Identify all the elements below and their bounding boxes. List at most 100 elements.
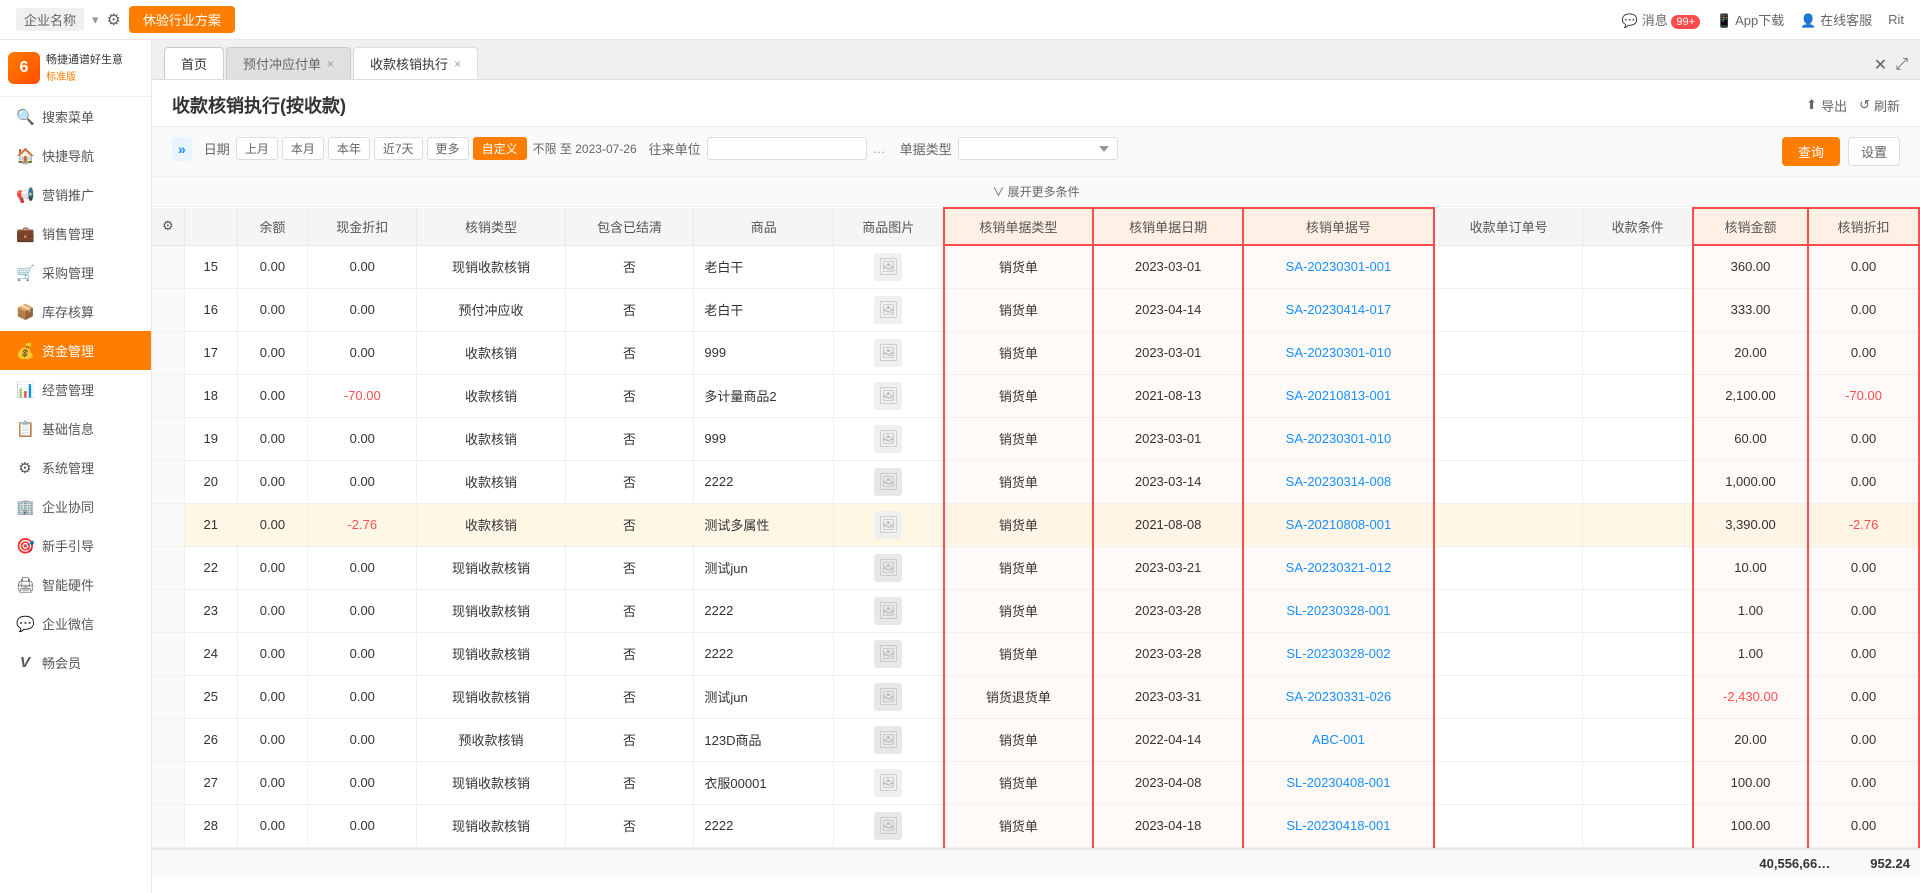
filter-settings-button[interactable]: 设置 (1848, 137, 1900, 166)
td-product: 2222 (694, 804, 834, 847)
date-opt-last-month[interactable]: 上月 (236, 137, 278, 160)
td-product-img: 🖼 (833, 546, 943, 589)
td-include-settled: 否 (565, 546, 694, 589)
td-collection-condition (1583, 417, 1693, 460)
td-collection-order-no (1434, 503, 1583, 546)
table-body: 15 0.00 0.00 现销收款核销 否 老白干 🖼 销货单 2023-03-… (152, 245, 1919, 847)
sidebar-item-search[interactable]: 🔍 搜索菜单 (0, 97, 151, 136)
td-verify-bill-no[interactable]: SA-20230314-008 (1243, 460, 1434, 503)
td-verify-bill-no[interactable]: ABC-001 (1243, 718, 1434, 761)
td-verify-bill-date: 2023-03-14 (1093, 460, 1243, 503)
sidebar-item-label: 快捷导航 (42, 146, 94, 165)
company-name[interactable]: 企业名称 (16, 8, 84, 31)
td-verify-amount: 360.00 (1693, 245, 1808, 288)
td-include-settled: 否 (565, 331, 694, 374)
td-verify-bill-no[interactable]: SA-20230321-012 (1243, 546, 1434, 589)
date-opt-this-month[interactable]: 本月 (282, 137, 324, 160)
td-verify-bill-no[interactable]: SA-20210808-001 (1243, 503, 1434, 546)
tab-maximize-button[interactable]: ⤢ (1895, 56, 1908, 74)
td-verify-bill-no[interactable]: SA-20230331-026 (1243, 675, 1434, 718)
td-cash-discount: -2.76 (308, 503, 417, 546)
online-service-link[interactable]: 👤 在线客服 (1800, 10, 1872, 29)
date-opt-custom[interactable]: 自定义 (473, 137, 527, 160)
tab-collection-close-icon[interactable]: × (454, 57, 461, 71)
tab-home[interactable]: 首页 (164, 47, 224, 79)
footer-totals: 40,556,66… 952.24 (1759, 856, 1910, 871)
sidebar-item-basic[interactable]: 📋 基础信息 (0, 409, 151, 448)
th-verify-type: 核销类型 (417, 208, 565, 245)
td-verify-bill-date: 2023-04-14 (1093, 288, 1243, 331)
sidebar-item-system[interactable]: ⚙ 系统管理 (0, 448, 151, 487)
table-row: 22 0.00 0.00 现销收款核销 否 测试jun 🖼 销货单 2023-0… (152, 546, 1919, 589)
sidebar-item-marketing[interactable]: 📢 营销推广 (0, 175, 151, 214)
td-balance: 0.00 (237, 718, 307, 761)
date-opt-more[interactable]: 更多 (427, 137, 469, 160)
export-button[interactable]: ⬆ 导出 (1806, 96, 1847, 115)
td-verify-bill-no[interactable]: SL-20230328-001 (1243, 589, 1434, 632)
sidebar-item-corp[interactable]: 🏢 企业协同 (0, 487, 151, 526)
sidebar-item-purchase[interactable]: 🛒 采购管理 (0, 253, 151, 292)
user-name[interactable]: Rit (1888, 12, 1904, 27)
td-gear (152, 288, 184, 331)
td-collection-order-no (1434, 804, 1583, 847)
td-verify-bill-type: 销货退货单 (944, 675, 1094, 718)
tab-prepay-close-icon[interactable]: × (327, 57, 334, 71)
td-gear (152, 460, 184, 503)
tab-close-window-button[interactable]: ✕ (1874, 55, 1887, 75)
td-verify-amount: 10.00 (1693, 546, 1808, 589)
td-verify-bill-date: 2023-03-21 (1093, 546, 1243, 589)
td-product-img: 🖼 (833, 718, 943, 761)
query-button[interactable]: 查询 (1782, 137, 1840, 166)
td-seq: 15 (184, 245, 237, 288)
td-verify-amount: 60.00 (1693, 417, 1808, 460)
td-verify-bill-no[interactable]: SA-20230301-010 (1243, 331, 1434, 374)
td-cash-discount: 0.00 (308, 288, 417, 331)
filter-expand-button[interactable]: » (172, 137, 192, 161)
table-row: 26 0.00 0.00 预收款核销 否 123D商品 🖼 销货单 2022-0… (152, 718, 1919, 761)
corp-icon: 🏢 (16, 498, 34, 516)
th-gear[interactable]: ⚙ (152, 208, 184, 245)
td-cash-discount: 0.00 (308, 460, 417, 503)
refresh-button[interactable]: ↺ 刷新 (1859, 96, 1900, 115)
td-collection-condition (1583, 632, 1693, 675)
sidebar-item-shortcuts[interactable]: 🏠 快捷导航 (0, 136, 151, 175)
sidebar-item-wechat[interactable]: 💬 企业微信 (0, 604, 151, 643)
td-verify-bill-no[interactable]: SA-20230301-010 (1243, 417, 1434, 460)
from-unit-input[interactable] (707, 137, 867, 160)
td-verify-bill-no[interactable]: SL-20230328-002 (1243, 632, 1434, 675)
settings-gear-icon[interactable]: ⚙ (107, 10, 121, 30)
messages-area[interactable]: 💬 消息 99+ (1622, 10, 1700, 29)
sidebar-item-sales[interactable]: 💼 销售管理 (0, 214, 151, 253)
td-verify-type: 收款核销 (417, 417, 565, 460)
sidebar-item-hardware[interactable]: 🖨 智能硬件 (0, 565, 151, 604)
filter-single-type-group: 单据类型 (900, 137, 1118, 160)
td-verify-bill-no[interactable]: SA-20210813-001 (1243, 374, 1434, 417)
company-dropdown-icon[interactable]: ▾ (92, 12, 99, 28)
tab-prepay[interactable]: 预付冲应付单 × (226, 47, 351, 79)
td-verify-bill-no[interactable]: SA-20230301-001 (1243, 245, 1434, 288)
td-verify-bill-no[interactable]: SA-20230414-017 (1243, 288, 1434, 331)
filter-dots: … (873, 141, 888, 156)
date-opt-7days[interactable]: 近7天 (374, 137, 423, 160)
sidebar-item-member[interactable]: V 畅会员 (0, 643, 151, 682)
table-row: 16 0.00 0.00 预付冲应收 否 老白干 🖼 销货单 2023-04-1… (152, 288, 1919, 331)
sidebar-item-finance[interactable]: 💰 资金管理 (0, 331, 151, 370)
th-verify-bill-no: 核销单据号 (1243, 208, 1434, 245)
date-opt-this-year[interactable]: 本年 (328, 137, 370, 160)
footer-verify-amount-total: 40,556,66… (1759, 856, 1830, 871)
sidebar-item-inventory[interactable]: 📦 库存核算 (0, 292, 151, 331)
industry-solution-button[interactable]: 休验行业方案 (129, 6, 235, 33)
single-type-select[interactable] (958, 137, 1118, 160)
expand-more-button[interactable]: ∨ 展开更多条件 (992, 183, 1079, 200)
td-verify-bill-no[interactable]: SL-20230418-001 (1243, 804, 1434, 847)
td-collection-order-no (1434, 718, 1583, 761)
td-verify-bill-no[interactable]: SL-20230408-001 (1243, 761, 1434, 804)
tab-collection-label: 收款核销执行 (370, 54, 448, 73)
sidebar-item-guide[interactable]: 🎯 新手引导 (0, 526, 151, 565)
tab-collection[interactable]: 收款核销执行 × (353, 47, 478, 79)
td-product-img: 🖼 (833, 460, 943, 503)
td-collection-order-no (1434, 417, 1583, 460)
sidebar-item-operation[interactable]: 📊 经营管理 (0, 370, 151, 409)
app-download-link[interactable]: 📱 App下载 (1716, 10, 1784, 29)
finance-icon: 💰 (16, 342, 34, 360)
